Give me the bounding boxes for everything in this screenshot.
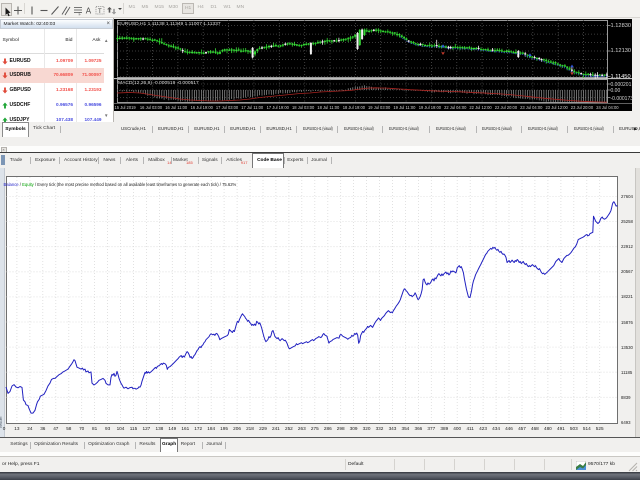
- svg-text:A: A: [86, 6, 92, 15]
- svg-text:F: F: [78, 11, 81, 16]
- svg-text:T: T: [98, 9, 102, 15]
